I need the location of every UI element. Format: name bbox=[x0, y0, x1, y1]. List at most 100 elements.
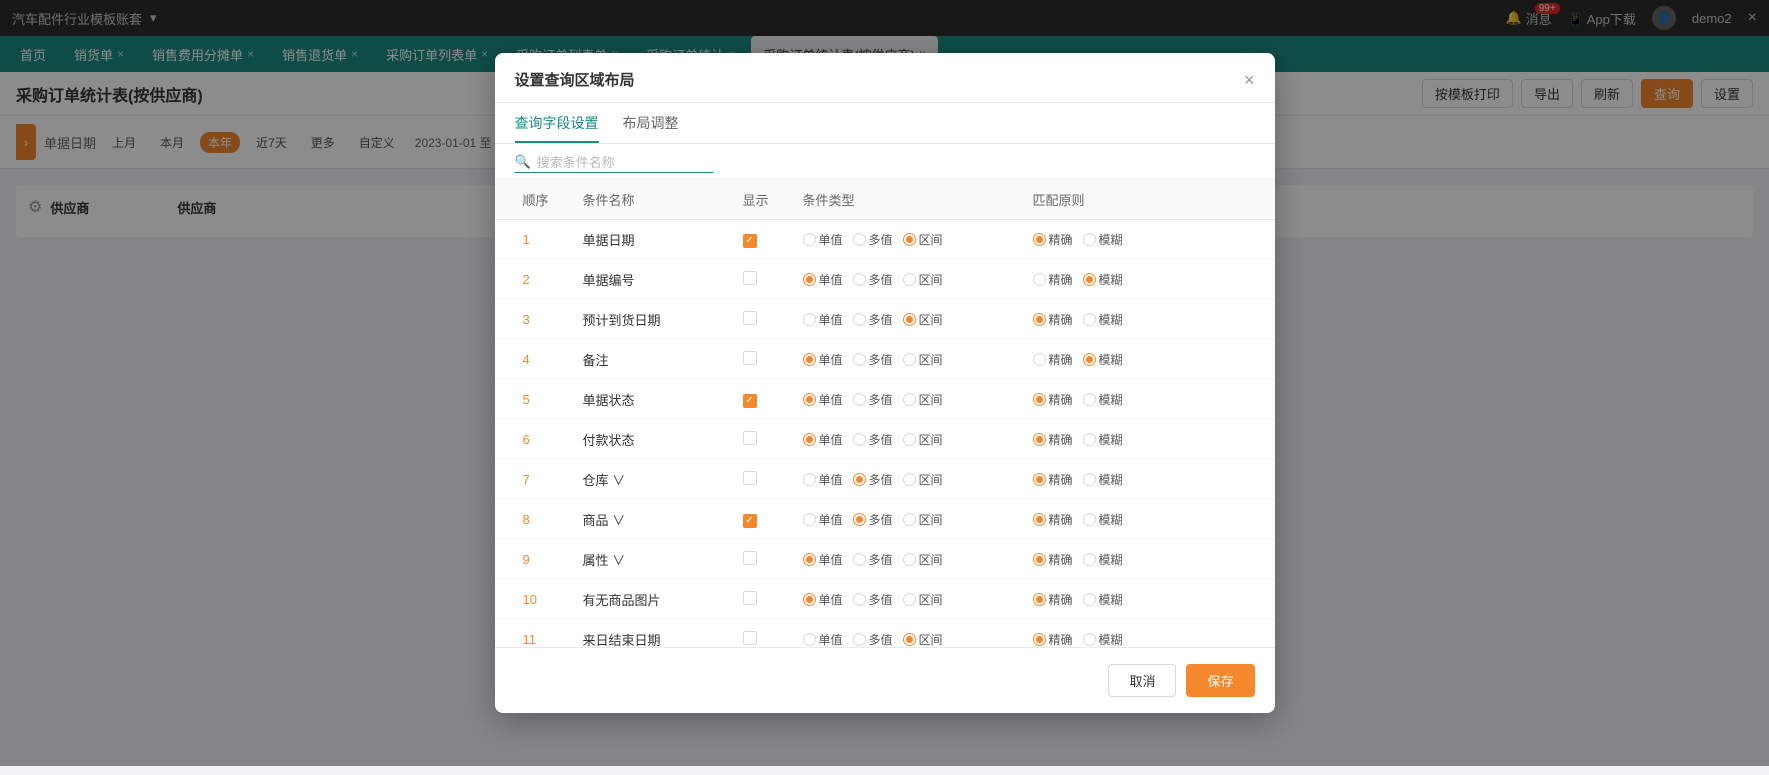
radio-dot-fuzzy[interactable] bbox=[1083, 433, 1096, 446]
display-checkbox[interactable] bbox=[743, 271, 757, 285]
radio-exact[interactable]: 精确 bbox=[1033, 391, 1073, 408]
radio-dot-fuzzy[interactable] bbox=[1083, 633, 1096, 646]
radio-dot-range[interactable] bbox=[903, 393, 916, 406]
radio-range[interactable]: 区间 bbox=[903, 471, 943, 488]
radio-dot-fuzzy[interactable] bbox=[1083, 473, 1096, 486]
radio-single[interactable]: 单值 bbox=[803, 471, 843, 488]
cell-display[interactable] bbox=[735, 343, 795, 376]
radio-dot-exact[interactable] bbox=[1033, 553, 1046, 566]
radio-exact[interactable]: 精确 bbox=[1033, 471, 1073, 488]
radio-dot-single[interactable] bbox=[803, 313, 816, 326]
radio-exact[interactable]: 精确 bbox=[1033, 431, 1073, 448]
radio-dot-multi[interactable] bbox=[853, 273, 866, 286]
radio-single[interactable]: 单值 bbox=[803, 511, 843, 528]
cell-display[interactable] bbox=[735, 503, 795, 536]
radio-single[interactable]: 单值 bbox=[803, 631, 843, 647]
display-checkbox[interactable] bbox=[743, 234, 757, 248]
radio-dot-multi[interactable] bbox=[853, 353, 866, 366]
radio-dot-exact[interactable] bbox=[1033, 593, 1046, 606]
radio-exact[interactable]: 精确 bbox=[1033, 591, 1073, 608]
display-checkbox[interactable] bbox=[743, 394, 757, 408]
radio-dot-exact[interactable] bbox=[1033, 233, 1046, 246]
radio-dot-range[interactable] bbox=[903, 593, 916, 606]
radio-dot-range[interactable] bbox=[903, 553, 916, 566]
radio-multi[interactable]: 多值 bbox=[853, 431, 893, 448]
radio-fuzzy[interactable]: 模糊 bbox=[1083, 431, 1123, 448]
radio-dot-fuzzy[interactable] bbox=[1083, 393, 1096, 406]
dialog-tab-query-fields[interactable]: 查询字段设置 bbox=[515, 103, 599, 143]
display-checkbox[interactable] bbox=[743, 471, 757, 485]
radio-single[interactable]: 单值 bbox=[803, 591, 843, 608]
radio-fuzzy[interactable]: 模糊 bbox=[1083, 391, 1123, 408]
radio-dot-single[interactable] bbox=[803, 633, 816, 646]
radio-range[interactable]: 区间 bbox=[903, 631, 943, 647]
radio-dot-exact[interactable] bbox=[1033, 393, 1046, 406]
radio-dot-range[interactable] bbox=[903, 473, 916, 486]
radio-single[interactable]: 单值 bbox=[803, 551, 843, 568]
radio-range[interactable]: 区间 bbox=[903, 231, 943, 248]
radio-range[interactable]: 区间 bbox=[903, 271, 943, 288]
radio-fuzzy[interactable]: 模糊 bbox=[1083, 511, 1123, 528]
radio-dot-exact[interactable] bbox=[1033, 433, 1046, 446]
radio-fuzzy[interactable]: 模糊 bbox=[1083, 631, 1123, 647]
radio-dot-multi[interactable] bbox=[853, 593, 866, 606]
radio-dot-fuzzy[interactable] bbox=[1083, 593, 1096, 606]
radio-fuzzy[interactable]: 模糊 bbox=[1083, 591, 1123, 608]
radio-dot-single[interactable] bbox=[803, 593, 816, 606]
radio-dot-multi[interactable] bbox=[853, 233, 866, 246]
radio-dot-multi[interactable] bbox=[853, 313, 866, 326]
radio-dot-fuzzy[interactable] bbox=[1083, 313, 1096, 326]
dialog-tab-layout[interactable]: 布局调整 bbox=[623, 103, 679, 143]
radio-multi[interactable]: 多值 bbox=[853, 471, 893, 488]
radio-dot-single[interactable] bbox=[803, 553, 816, 566]
radio-dot-fuzzy[interactable] bbox=[1083, 513, 1096, 526]
radio-fuzzy[interactable]: 模糊 bbox=[1083, 311, 1123, 328]
radio-dot-fuzzy[interactable] bbox=[1083, 553, 1096, 566]
radio-dot-exact[interactable] bbox=[1033, 353, 1046, 366]
radio-exact[interactable]: 精确 bbox=[1033, 551, 1073, 568]
radio-dot-fuzzy[interactable] bbox=[1083, 273, 1096, 286]
display-checkbox[interactable] bbox=[743, 311, 757, 325]
radio-dot-range[interactable] bbox=[903, 233, 916, 246]
search-input[interactable] bbox=[537, 155, 713, 170]
radio-dot-range[interactable] bbox=[903, 513, 916, 526]
radio-dot-range[interactable] bbox=[903, 353, 916, 366]
display-checkbox[interactable] bbox=[743, 551, 757, 565]
radio-fuzzy[interactable]: 模糊 bbox=[1083, 271, 1123, 288]
radio-exact[interactable]: 精确 bbox=[1033, 271, 1073, 288]
display-checkbox[interactable] bbox=[743, 351, 757, 365]
dialog-close-button[interactable]: × bbox=[1244, 71, 1255, 89]
radio-multi[interactable]: 多值 bbox=[853, 591, 893, 608]
radio-fuzzy[interactable]: 模糊 bbox=[1083, 471, 1123, 488]
radio-dot-multi[interactable] bbox=[853, 433, 866, 446]
radio-fuzzy[interactable]: 模糊 bbox=[1083, 231, 1123, 248]
radio-dot-single[interactable] bbox=[803, 433, 816, 446]
radio-dot-multi[interactable] bbox=[853, 513, 866, 526]
radio-multi[interactable]: 多值 bbox=[853, 511, 893, 528]
radio-exact[interactable]: 精确 bbox=[1033, 631, 1073, 647]
radio-dot-exact[interactable] bbox=[1033, 313, 1046, 326]
display-checkbox[interactable] bbox=[743, 631, 757, 645]
radio-dot-multi[interactable] bbox=[853, 633, 866, 646]
radio-dot-range[interactable] bbox=[903, 273, 916, 286]
cell-display[interactable] bbox=[735, 383, 795, 416]
radio-single[interactable]: 单值 bbox=[803, 311, 843, 328]
cell-display[interactable] bbox=[735, 623, 795, 647]
save-button[interactable]: 保存 bbox=[1186, 664, 1254, 697]
display-checkbox[interactable] bbox=[743, 514, 757, 528]
display-checkbox[interactable] bbox=[743, 591, 757, 605]
radio-single[interactable]: 单值 bbox=[803, 271, 843, 288]
radio-single[interactable]: 单值 bbox=[803, 431, 843, 448]
radio-range[interactable]: 区间 bbox=[903, 431, 943, 448]
cell-display[interactable] bbox=[735, 543, 795, 576]
radio-single[interactable]: 单值 bbox=[803, 231, 843, 248]
radio-range[interactable]: 区间 bbox=[903, 391, 943, 408]
radio-exact[interactable]: 精确 bbox=[1033, 511, 1073, 528]
radio-multi[interactable]: 多值 bbox=[853, 551, 893, 568]
radio-dot-range[interactable] bbox=[903, 633, 916, 646]
cell-display[interactable] bbox=[735, 223, 795, 256]
radio-dot-single[interactable] bbox=[803, 393, 816, 406]
radio-dot-exact[interactable] bbox=[1033, 633, 1046, 646]
radio-exact[interactable]: 精确 bbox=[1033, 231, 1073, 248]
radio-range[interactable]: 区间 bbox=[903, 311, 943, 328]
